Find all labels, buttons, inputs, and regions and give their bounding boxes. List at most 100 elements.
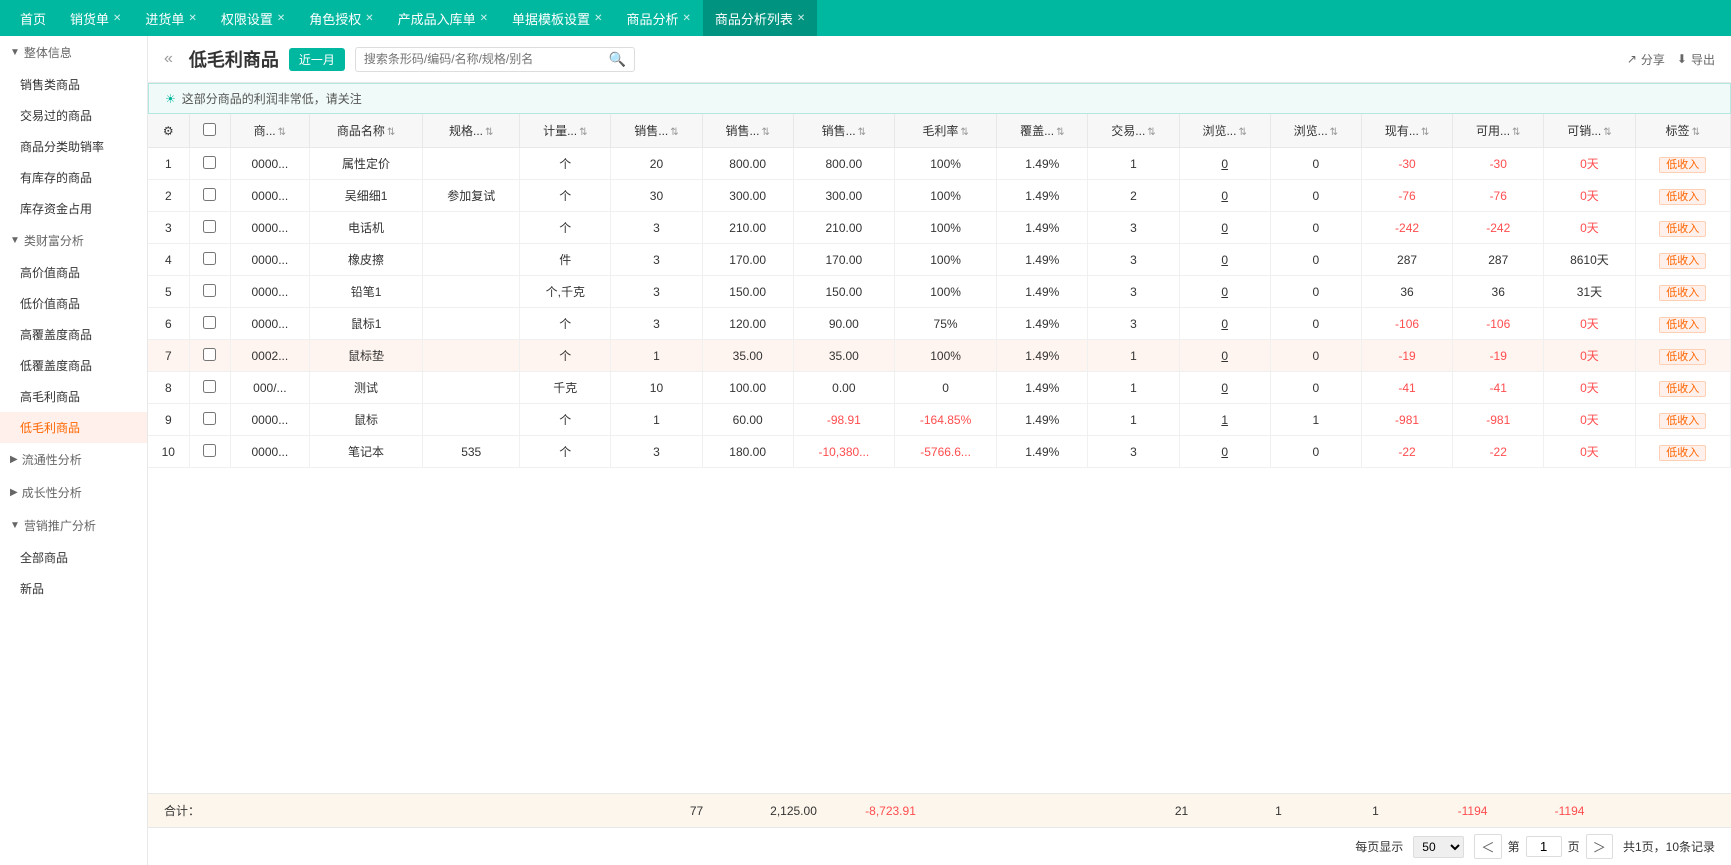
export-button[interactable]: ⬇ 导出 <box>1677 51 1715 68</box>
sidebar-item-high-coverage[interactable]: 高覆盖度商品 <box>0 319 147 350</box>
row-checkbox[interactable] <box>189 340 230 372</box>
col-sales-qty[interactable]: 销售...⇅ <box>611 114 702 148</box>
col-settings[interactable]: ⚙ <box>148 114 189 148</box>
row-select-checkbox[interactable] <box>203 220 216 233</box>
col-sellable-days[interactable]: 可销...⇅ <box>1544 114 1635 148</box>
select-all-checkbox[interactable] <box>203 123 216 136</box>
collapse-sidebar-button[interactable]: « <box>164 50 173 68</box>
row-views1[interactable]: 0 <box>1179 244 1270 276</box>
row-select-checkbox[interactable] <box>203 316 216 329</box>
sidebar-group-wealth[interactable]: ▼ 类财富分析 <box>0 224 147 257</box>
row-transactions: 3 <box>1088 244 1179 276</box>
col-name[interactable]: 商品名称⇅ <box>309 114 422 148</box>
close-icon[interactable]: ✕ <box>113 13 121 24</box>
col-stock-available[interactable]: 可用...⇅ <box>1453 114 1544 148</box>
sidebar-group-overall[interactable]: ▼ 整体信息 <box>0 36 147 69</box>
footer-coverage <box>1036 804 1133 818</box>
row-views1[interactable]: 0 <box>1179 340 1270 372</box>
close-icon[interactable]: ✕ <box>480 13 488 24</box>
row-checkbox[interactable] <box>189 148 230 180</box>
nav-product-analysis-list[interactable]: 商品分析列表✕ <box>703 0 817 36</box>
row-select-checkbox[interactable] <box>203 412 216 425</box>
row-views1[interactable]: 1 <box>1179 404 1270 436</box>
row-checkbox[interactable] <box>189 436 230 468</box>
row-checkbox[interactable] <box>189 276 230 308</box>
row-views1[interactable]: 0 <box>1179 372 1270 404</box>
close-icon[interactable]: ✕ <box>188 13 196 24</box>
col-code[interactable]: 商...⇅ <box>230 114 309 148</box>
sidebar-item-traded-products[interactable]: 交易过的商品 <box>0 100 147 131</box>
sidebar-item-stock-capital[interactable]: 库存资金占用 <box>0 193 147 224</box>
nav-role-auth[interactable]: 角色授权✕ <box>297 0 385 36</box>
nav-purchase[interactable]: 进货单✕ <box>133 0 208 36</box>
col-views2[interactable]: 浏览...⇅ <box>1270 114 1361 148</box>
date-filter-button[interactable]: 近一月 <box>289 48 345 71</box>
col-sales-price[interactable]: 销售...⇅ <box>702 114 793 148</box>
col-checkbox[interactable] <box>189 114 230 148</box>
row-checkbox[interactable] <box>189 308 230 340</box>
nav-sales[interactable]: 销货单✕ <box>58 0 133 36</box>
row-select-checkbox[interactable] <box>203 348 216 361</box>
footer-sales-amount: -8,723.91 <box>842 804 939 818</box>
sidebar-item-high-margin[interactable]: 高毛利商品 <box>0 381 147 412</box>
sidebar-item-high-value[interactable]: 高价值商品 <box>0 257 147 288</box>
share-button[interactable]: ↗ 分享 <box>1627 51 1665 68</box>
row-sales-amount: 35.00 <box>793 340 894 372</box>
col-sales-amount[interactable]: 销售...⇅ <box>793 114 894 148</box>
col-tag[interactable]: 标签⇅ <box>1635 114 1730 148</box>
row-checkbox[interactable] <box>189 372 230 404</box>
col-transactions[interactable]: 交易...⇅ <box>1088 114 1179 148</box>
sidebar-group-marketing[interactable]: ▼ 营销推广分析 <box>0 509 147 542</box>
sidebar-group-growth[interactable]: ▶ 成长性分析 <box>0 476 147 509</box>
row-no: 10 <box>148 436 189 468</box>
row-views1[interactable]: 0 <box>1179 276 1270 308</box>
row-checkbox[interactable] <box>189 244 230 276</box>
nav-permissions[interactable]: 权限设置✕ <box>209 0 297 36</box>
search-input[interactable] <box>364 52 609 66</box>
row-views1[interactable]: 0 <box>1179 436 1270 468</box>
sidebar-item-stocked-products[interactable]: 有库存的商品 <box>0 162 147 193</box>
row-views1[interactable]: 0 <box>1179 212 1270 244</box>
row-select-checkbox[interactable] <box>203 380 216 393</box>
prev-page-button[interactable]: ＜ <box>1474 834 1501 859</box>
sidebar-item-low-value[interactable]: 低价值商品 <box>0 288 147 319</box>
sidebar-item-low-coverage[interactable]: 低覆盖度商品 <box>0 350 147 381</box>
sidebar-item-all-products[interactable]: 全部商品 <box>0 542 147 573</box>
row-margin-rate: 100% <box>894 148 996 180</box>
row-select-checkbox[interactable] <box>203 188 216 201</box>
row-name: 铅笔1 <box>309 276 422 308</box>
row-views1[interactable]: 0 <box>1179 148 1270 180</box>
row-select-checkbox[interactable] <box>203 444 216 457</box>
row-checkbox[interactable] <box>189 404 230 436</box>
nav-template-settings[interactable]: 单据模板设置✕ <box>500 0 614 36</box>
sidebar-item-sales-products[interactable]: 销售类商品 <box>0 69 147 100</box>
nav-product-entry[interactable]: 产成品入库单✕ <box>386 0 500 36</box>
sidebar-item-category-sales-rate[interactable]: 商品分类助销率 <box>0 131 147 162</box>
row-select-checkbox[interactable] <box>203 284 216 297</box>
row-views1[interactable]: 0 <box>1179 308 1270 340</box>
close-icon[interactable]: ✕ <box>277 13 285 24</box>
col-views1[interactable]: 浏览...⇅ <box>1179 114 1270 148</box>
page-number-input[interactable] <box>1526 836 1562 857</box>
col-spec[interactable]: 规格...⇅ <box>423 114 520 148</box>
row-select-checkbox[interactable] <box>203 156 216 169</box>
close-icon[interactable]: ✕ <box>682 13 690 24</box>
close-icon[interactable]: ✕ <box>797 13 805 24</box>
nav-product-analysis[interactable]: 商品分析✕ <box>614 0 702 36</box>
row-select-checkbox[interactable] <box>203 252 216 265</box>
col-unit[interactable]: 计量...⇅ <box>520 114 611 148</box>
sidebar-item-low-margin[interactable]: 低毛利商品 <box>0 412 147 443</box>
row-checkbox[interactable] <box>189 212 230 244</box>
col-margin-rate[interactable]: 毛利率⇅ <box>894 114 996 148</box>
sidebar-item-new-products[interactable]: 新品 <box>0 573 147 604</box>
row-views1[interactable]: 0 <box>1179 180 1270 212</box>
nav-home[interactable]: 首页 <box>8 0 58 36</box>
col-coverage[interactable]: 覆盖...⇅ <box>997 114 1088 148</box>
col-stock-current[interactable]: 现有...⇅ <box>1361 114 1452 148</box>
row-checkbox[interactable] <box>189 180 230 212</box>
close-icon[interactable]: ✕ <box>594 13 602 24</box>
close-icon[interactable]: ✕ <box>365 13 373 24</box>
next-page-button[interactable]: ＞ <box>1586 834 1613 859</box>
per-page-select[interactable]: 50 100 200 <box>1413 836 1464 858</box>
sidebar-group-liquidity[interactable]: ▶ 流通性分析 <box>0 443 147 476</box>
